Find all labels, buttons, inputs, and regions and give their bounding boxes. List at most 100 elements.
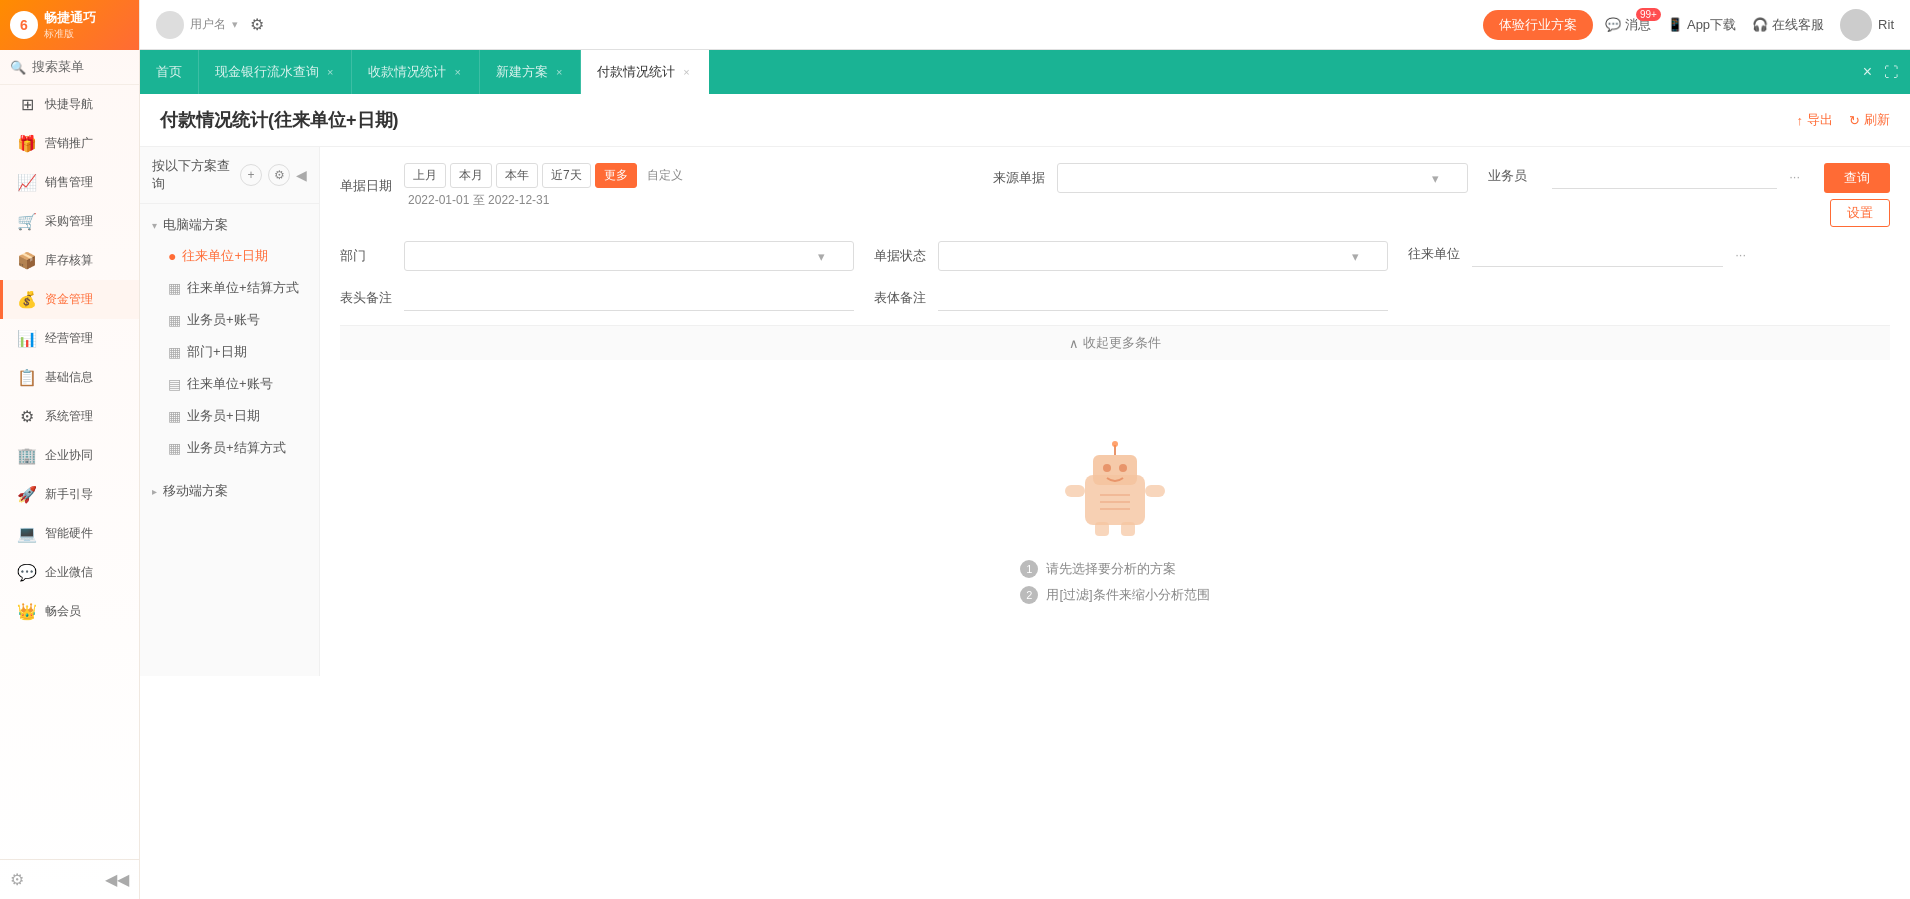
- tab-payment[interactable]: 付款情况统计 ×: [581, 50, 708, 94]
- tab-new-plan[interactable]: 新建方案 ×: [480, 50, 581, 94]
- scheme-item-2[interactable]: ▦ 业务员+账号: [140, 304, 319, 336]
- filter-doc-status-select[interactable]: ▾: [938, 241, 1388, 271]
- settings-button[interactable]: 设置: [1830, 199, 1890, 227]
- sidebar: 6 畅捷通巧 标准版 搜索菜单 ⊞ 快捷导航 🎁 营销推广 📈 销售管理 🛒 采…: [0, 0, 140, 899]
- filter-dept-select[interactable]: ▾: [404, 241, 854, 271]
- sidebar-settings-icon[interactable]: ⚙: [10, 870, 24, 889]
- sales-icon: 📈: [17, 173, 37, 192]
- date-btn-last-month[interactable]: 上月: [404, 163, 446, 188]
- export-button[interactable]: ↑ 导出: [1797, 111, 1834, 129]
- filter-partner-input[interactable]: [1472, 241, 1724, 267]
- scheme-item-label: 往来单位+日期: [182, 247, 268, 265]
- sidebar-item-hardware[interactable]: 💻 智能硬件: [0, 514, 139, 553]
- tab-collection-label: 收款情况统计: [368, 63, 446, 81]
- empty-state: 1 请先选择要分析的方案 2 用[过滤]条件来缩小分析范围: [320, 376, 1910, 676]
- refresh-icon: ↻: [1849, 113, 1860, 128]
- sidebar-item-label: 快捷导航: [45, 96, 93, 113]
- filter-salesman-dots[interactable]: ···: [1785, 169, 1804, 184]
- tab-close-all-icon[interactable]: ×: [1863, 63, 1872, 81]
- sidebar-item-label: 系统管理: [45, 408, 93, 425]
- query-button[interactable]: 查询: [1824, 163, 1890, 193]
- date-btn-this-month[interactable]: 本月: [450, 163, 492, 188]
- filter-group-partner: 往来单位 ···: [1408, 241, 1751, 267]
- collapse-bar[interactable]: ∧ 收起更多条件: [340, 325, 1890, 360]
- export-label: 导出: [1807, 111, 1833, 129]
- filter-group-dept: 部门 ▾: [340, 241, 854, 271]
- topbar-chevron-icon[interactable]: ▾: [232, 18, 238, 31]
- scheme-item-4[interactable]: ▤ 往来单位+账号: [140, 368, 319, 400]
- scheme-item-table-icon: ▦: [168, 312, 181, 328]
- filter-body-note-input[interactable]: [938, 285, 1388, 311]
- scheme-add-button[interactable]: +: [240, 164, 262, 186]
- filter-action-group: 查询 设置: [1824, 163, 1890, 227]
- scheme-item-table-icon: ▦: [168, 408, 181, 424]
- scheme-item-label: 部门+日期: [187, 343, 247, 361]
- service-action[interactable]: 🎧 在线客服: [1752, 16, 1824, 34]
- app-label: App下载: [1687, 16, 1736, 34]
- filter-partner-dots[interactable]: ···: [1731, 247, 1750, 262]
- sidebar-item-purchase[interactable]: 🛒 采购管理: [0, 202, 139, 241]
- refresh-button[interactable]: ↻ 刷新: [1849, 111, 1890, 129]
- message-action[interactable]: 💬 消息 99+: [1605, 16, 1651, 34]
- sidebar-item-finance[interactable]: 💰 资金管理: [0, 280, 139, 319]
- tab-new-plan-close[interactable]: ×: [554, 64, 564, 80]
- page-title: 付款情况统计(往来单位+日期): [160, 108, 399, 132]
- tab-collection-close[interactable]: ×: [452, 64, 462, 80]
- filter-partner-label: 往来单位: [1408, 245, 1464, 263]
- filter-salesman-label: 业务员: [1488, 167, 1544, 185]
- trial-button[interactable]: 体验行业方案: [1483, 10, 1593, 40]
- scheme-item-3[interactable]: ▦ 部门+日期: [140, 336, 319, 368]
- sidebar-item-label: 新手引导: [45, 486, 93, 503]
- tab-payment-close[interactable]: ×: [681, 64, 691, 80]
- date-btn-this-year[interactable]: 本年: [496, 163, 538, 188]
- sidebar-item-wechat[interactable]: 💬 企业微信: [0, 553, 139, 592]
- scheme-settings-button[interactable]: ⚙: [268, 164, 290, 186]
- scheme-item-label: 业务员+结算方式: [187, 439, 286, 457]
- sidebar-item-label: 经营管理: [45, 330, 93, 347]
- filter-salesman-input[interactable]: [1552, 163, 1778, 189]
- sidebar-item-guide[interactable]: 🚀 新手引导: [0, 475, 139, 514]
- scheme-item-0[interactable]: ● 往来单位+日期: [140, 240, 319, 272]
- scheme-item-active-icon: ●: [168, 248, 176, 264]
- filter-header-note-input[interactable]: [404, 285, 854, 311]
- sidebar-header: 6 畅捷通巧 标准版: [0, 0, 139, 50]
- sidebar-item-sys[interactable]: ⚙ 系统管理: [0, 397, 139, 436]
- sidebar-nav: ⊞ 快捷导航 🎁 营销推广 📈 销售管理 🛒 采购管理 📦 库存核算 💰 资金管…: [0, 85, 139, 859]
- filter-group-source: 来源单据 ▾: [993, 163, 1468, 193]
- topbar-gear-icon[interactable]: ⚙: [250, 15, 264, 34]
- filter-group-body-note: 表体备注: [874, 285, 1388, 311]
- date-btn-last-7-days[interactable]: 近7天: [542, 163, 591, 188]
- sidebar-item-nav[interactable]: ⊞ 快捷导航: [0, 85, 139, 124]
- sidebar-item-sales[interactable]: 📈 销售管理: [0, 163, 139, 202]
- sidebar-collapse-icon[interactable]: ◀◀: [105, 870, 129, 889]
- scheme-item-1[interactable]: ▦ 往来单位+结算方式: [140, 272, 319, 304]
- filter-source-select[interactable]: ▾: [1057, 163, 1468, 193]
- tab-bank-close[interactable]: ×: [325, 64, 335, 80]
- tab-collection[interactable]: 收款情况统计 ×: [352, 50, 479, 94]
- tab-bank[interactable]: 现金银行流水查询 ×: [199, 50, 352, 94]
- sidebar-item-label: 畅会员: [45, 603, 81, 620]
- member-icon: 👑: [17, 602, 37, 621]
- scheme-group-desktop-header[interactable]: ▾ 电脑端方案: [140, 210, 319, 240]
- scheme-collapse-icon[interactable]: ◀: [296, 167, 307, 183]
- sidebar-item-label: 企业微信: [45, 564, 93, 581]
- app-download-action[interactable]: 📱 App下载: [1667, 16, 1736, 34]
- date-btn-more[interactable]: 更多: [595, 163, 637, 188]
- sidebar-item-corp[interactable]: 🏢 企业协同: [0, 436, 139, 475]
- sidebar-item-stock[interactable]: 📦 库存核算: [0, 241, 139, 280]
- sidebar-item-label: 智能硬件: [45, 525, 93, 542]
- sidebar-item-promo[interactable]: 🎁 营销推广: [0, 124, 139, 163]
- message-badge: 99+: [1636, 8, 1661, 21]
- filter-source-arrow: ▾: [1432, 171, 1439, 186]
- scheme-group-mobile-header[interactable]: ▸ 移动端方案: [140, 476, 319, 506]
- sidebar-item-info[interactable]: 📋 基础信息: [0, 358, 139, 397]
- right-panel: 单据日期 上月 本月 本年 近7天 更多 自定义: [320, 147, 1910, 676]
- sidebar-item-biz[interactable]: 📊 经营管理: [0, 319, 139, 358]
- tab-home[interactable]: 首页: [140, 50, 199, 94]
- sidebar-item-member[interactable]: 👑 畅会员: [0, 592, 139, 631]
- sidebar-search-label: 搜索菜单: [32, 58, 84, 76]
- scheme-item-6[interactable]: ▦ 业务员+结算方式: [140, 432, 319, 464]
- sidebar-search-item[interactable]: 搜索菜单: [0, 50, 139, 85]
- scheme-item-5[interactable]: ▦ 业务员+日期: [140, 400, 319, 432]
- tab-expand-icon[interactable]: ⛶: [1884, 64, 1898, 80]
